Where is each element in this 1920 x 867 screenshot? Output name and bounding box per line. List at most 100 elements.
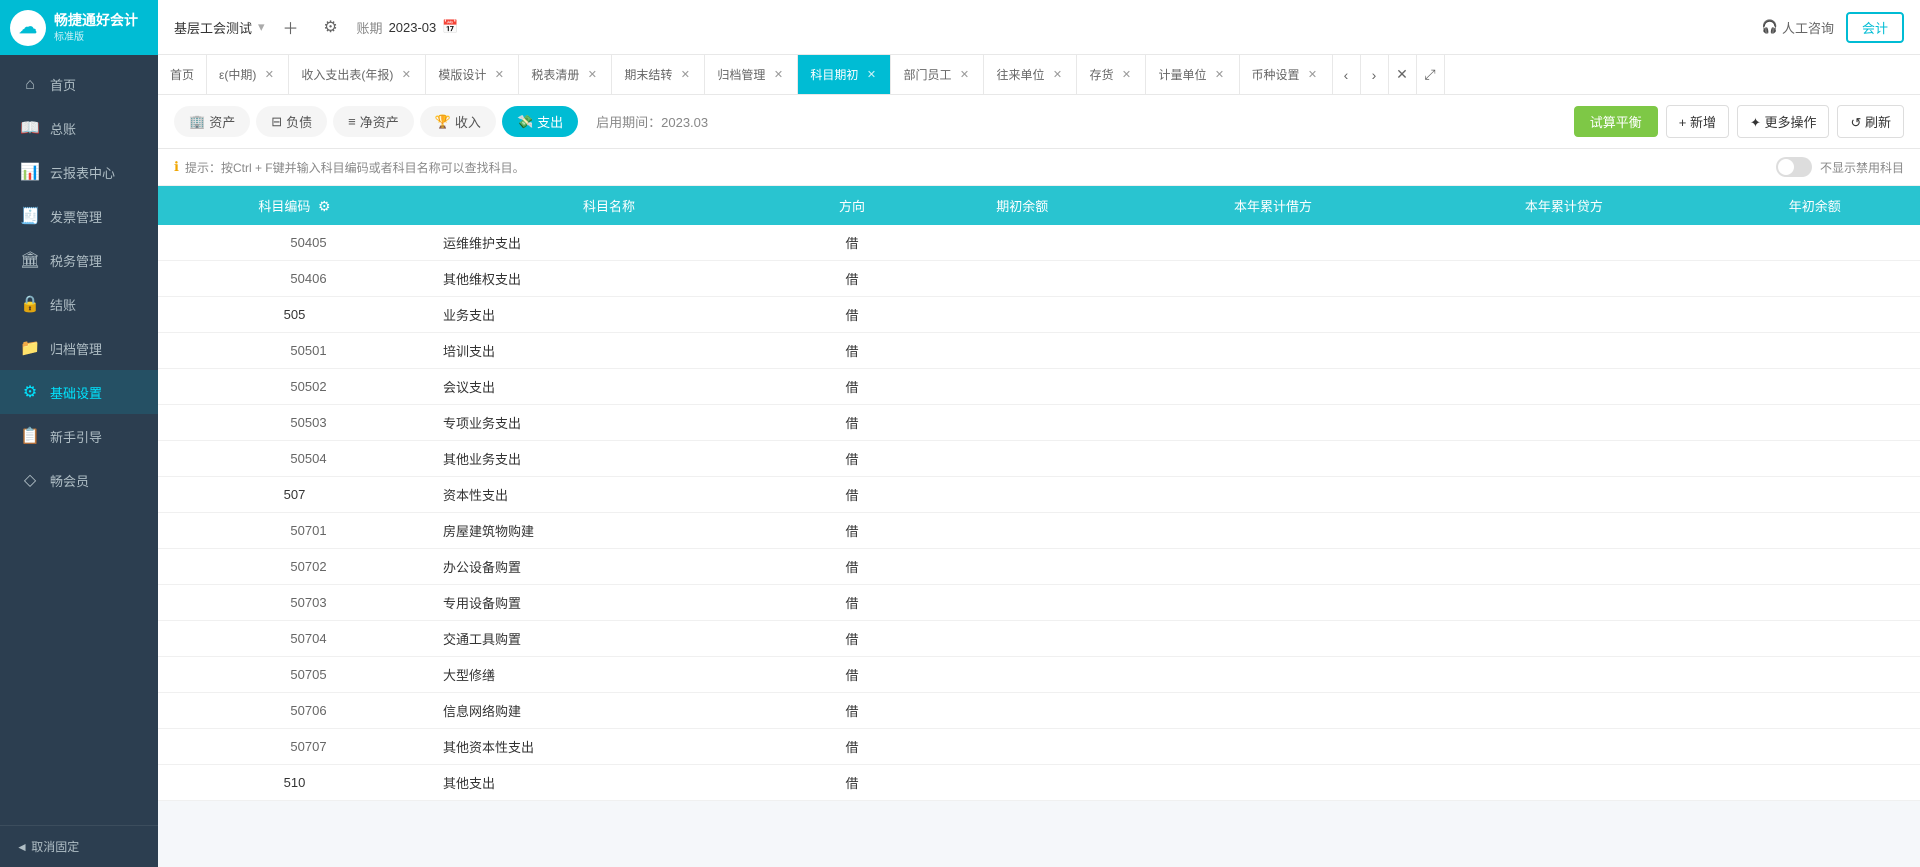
sidebar-item-close[interactable]: 🔒 结账: [0, 282, 158, 326]
table-row[interactable]: 50501培训支出借: [158, 333, 1920, 369]
table-row[interactable]: 50503专项业务支出借: [158, 405, 1920, 441]
tab-dept-staff[interactable]: 部门员工 ✕: [891, 55, 984, 95]
tab-template[interactable]: 模版设计 ✕: [426, 55, 519, 95]
tab-home[interactable]: 首页: [158, 55, 207, 95]
tab-next-btn[interactable]: ›: [1361, 55, 1389, 95]
customer-service-btn[interactable]: 🎧 人工咨询: [1762, 18, 1834, 37]
tab-close-interim[interactable]: ✕: [262, 68, 276, 82]
net-asset-icon: ≡: [348, 114, 356, 129]
cell-direction: 借: [787, 657, 917, 693]
sub-tab-expense[interactable]: 💸 支出: [502, 106, 578, 137]
table-row[interactable]: 50406其他维权支出借: [158, 261, 1920, 297]
table-row[interactable]: 505业务支出借: [158, 297, 1920, 333]
cell-name: 资本性支出: [431, 477, 787, 513]
cell-year-opening: [1709, 297, 1920, 333]
sidebar-label-guide: 新手引导: [50, 427, 102, 446]
cell-ytd-credit: [1418, 729, 1709, 765]
cell-name: 其他业务支出: [431, 441, 787, 477]
tab-label-template: 模版设计: [438, 66, 486, 83]
sub-tab-income[interactable]: 🏆 收入: [420, 106, 496, 137]
disable-toggle[interactable]: [1776, 157, 1812, 177]
sub-tab-liability[interactable]: ⊟ 负债: [256, 106, 327, 137]
tab-close-measure-unit[interactable]: ✕: [1213, 68, 1227, 82]
cell-name: 其他资本性支出: [431, 729, 787, 765]
tab-subject-init[interactable]: 科目期初 ✕: [798, 55, 891, 95]
th-name: 科目名称: [431, 186, 787, 225]
table-row[interactable]: 50705大型修缮借: [158, 657, 1920, 693]
tab-counterpart[interactable]: 往来单位 ✕: [984, 55, 1077, 95]
sidebar-item-tax[interactable]: 🏛 税务管理: [0, 238, 158, 282]
add-tab-button[interactable]: ＋: [277, 13, 305, 41]
tab-currency[interactable]: 币种设置 ✕: [1240, 55, 1333, 95]
sidebar-label-ledger: 总账: [50, 119, 76, 138]
sidebar-item-home[interactable]: ⌂ 首页: [0, 63, 158, 106]
sidebar-label-tax: 税务管理: [50, 251, 102, 270]
sidebar-label-close: 结账: [50, 295, 76, 314]
tab-interim[interactable]: ε(中期) ✕: [207, 55, 289, 95]
tab-tax-clear[interactable]: 税表清册 ✕: [519, 55, 612, 95]
table-row[interactable]: 510其他支出借: [158, 765, 1920, 801]
sidebar-collapse-btn[interactable]: ◄ 取消固定: [0, 825, 158, 867]
tab-label-home: 首页: [170, 66, 194, 83]
tab-measure-unit[interactable]: 计量单位 ✕: [1146, 55, 1239, 95]
more-button[interactable]: ✦ 更多操作: [1737, 105, 1830, 138]
cell-name: 专项业务支出: [431, 405, 787, 441]
table-row[interactable]: 50502会议支出借: [158, 369, 1920, 405]
table-row[interactable]: 50504其他业务支出借: [158, 441, 1920, 477]
tab-close-income-annual[interactable]: ✕: [399, 68, 413, 82]
gear-icon[interactable]: ⚙: [318, 198, 331, 214]
tab-archive-mgmt[interactable]: 归档管理 ✕: [705, 55, 798, 95]
tab-close-tax-clear[interactable]: ✕: [585, 68, 599, 82]
balance-button[interactable]: 试算平衡: [1574, 106, 1658, 137]
tab-period-end[interactable]: 期末结转 ✕: [612, 55, 705, 95]
table-row[interactable]: 50706信息网络购建借: [158, 693, 1920, 729]
table-row[interactable]: 50405运维维护支出借: [158, 225, 1920, 261]
tab-close-all-btn[interactable]: ✕: [1389, 55, 1417, 95]
sub-tab-asset[interactable]: 🏢 资产: [174, 106, 250, 137]
sidebar-item-archive[interactable]: 📁 归档管理: [0, 326, 158, 370]
account-button[interactable]: 会计: [1846, 12, 1904, 43]
cell-opening-balance: [917, 549, 1128, 585]
sidebar-item-settings[interactable]: ⚙ 基础设置: [0, 370, 158, 414]
tab-close-period-end[interactable]: ✕: [678, 68, 692, 82]
project-selector[interactable]: 基层工会测试 ▾: [174, 18, 265, 37]
tab-close-dept-staff[interactable]: ✕: [957, 68, 971, 82]
cell-code: 50701: [158, 513, 431, 549]
settings-gear-icon[interactable]: ⚙: [317, 13, 345, 41]
tab-close-counterpart[interactable]: ✕: [1050, 68, 1064, 82]
tab-close-subject-init[interactable]: ✕: [864, 68, 878, 82]
table-row[interactable]: 50703专用设备购置借: [158, 585, 1920, 621]
cell-year-opening: [1709, 333, 1920, 369]
cell-opening-balance: [917, 765, 1128, 801]
table-row[interactable]: 50702办公设备购置借: [158, 549, 1920, 585]
toggle-label: 不显示禁用科目: [1820, 159, 1904, 176]
cell-name: 会议支出: [431, 369, 787, 405]
hint-bar: ℹ 提示：按Ctrl + F键并输入科目编码或者科目名称可以查找科目。 不显示禁…: [158, 149, 1920, 186]
tab-close-archive-mgmt[interactable]: ✕: [771, 68, 785, 82]
new-button[interactable]: + 新增: [1666, 105, 1729, 138]
calendar-icon[interactable]: 📅: [442, 19, 458, 35]
table-row[interactable]: 50704交通工具购置借: [158, 621, 1920, 657]
table-row[interactable]: 50701房屋建筑物购建借: [158, 513, 1920, 549]
tab-close-currency[interactable]: ✕: [1306, 68, 1320, 82]
tab-prev-btn[interactable]: ‹: [1333, 55, 1361, 95]
sub-tab-label-liability: 负债: [286, 112, 312, 131]
sidebar-item-invoice[interactable]: 🧾 发票管理: [0, 194, 158, 238]
table-row[interactable]: 50707其他资本性支出借: [158, 729, 1920, 765]
cell-direction: 借: [787, 513, 917, 549]
sidebar-item-member[interactable]: ◇ 畅会员: [0, 458, 158, 502]
cell-opening-balance: [917, 261, 1128, 297]
refresh-button[interactable]: ↺ 刷新: [1837, 105, 1904, 138]
sidebar-item-ledger[interactable]: 📖 总账: [0, 106, 158, 150]
sidebar-item-guide[interactable]: 📋 新手引导: [0, 414, 158, 458]
table-row[interactable]: 507资本性支出借: [158, 477, 1920, 513]
tab-income-annual[interactable]: 收入支出表(年报) ✕: [289, 55, 426, 95]
tab-label-tax-clear: 税表清册: [531, 66, 579, 83]
tab-close-template[interactable]: ✕: [492, 68, 506, 82]
tab-close-inventory[interactable]: ✕: [1119, 68, 1133, 82]
sub-tab-net-asset[interactable]: ≡ 净资产: [333, 106, 414, 137]
tab-maximize-btn[interactable]: ⤢: [1417, 55, 1445, 95]
tab-label-period-end: 期末结转: [624, 66, 672, 83]
sidebar-item-reports[interactable]: 📊 云报表中心: [0, 150, 158, 194]
tab-inventory[interactable]: 存货 ✕: [1077, 55, 1146, 95]
